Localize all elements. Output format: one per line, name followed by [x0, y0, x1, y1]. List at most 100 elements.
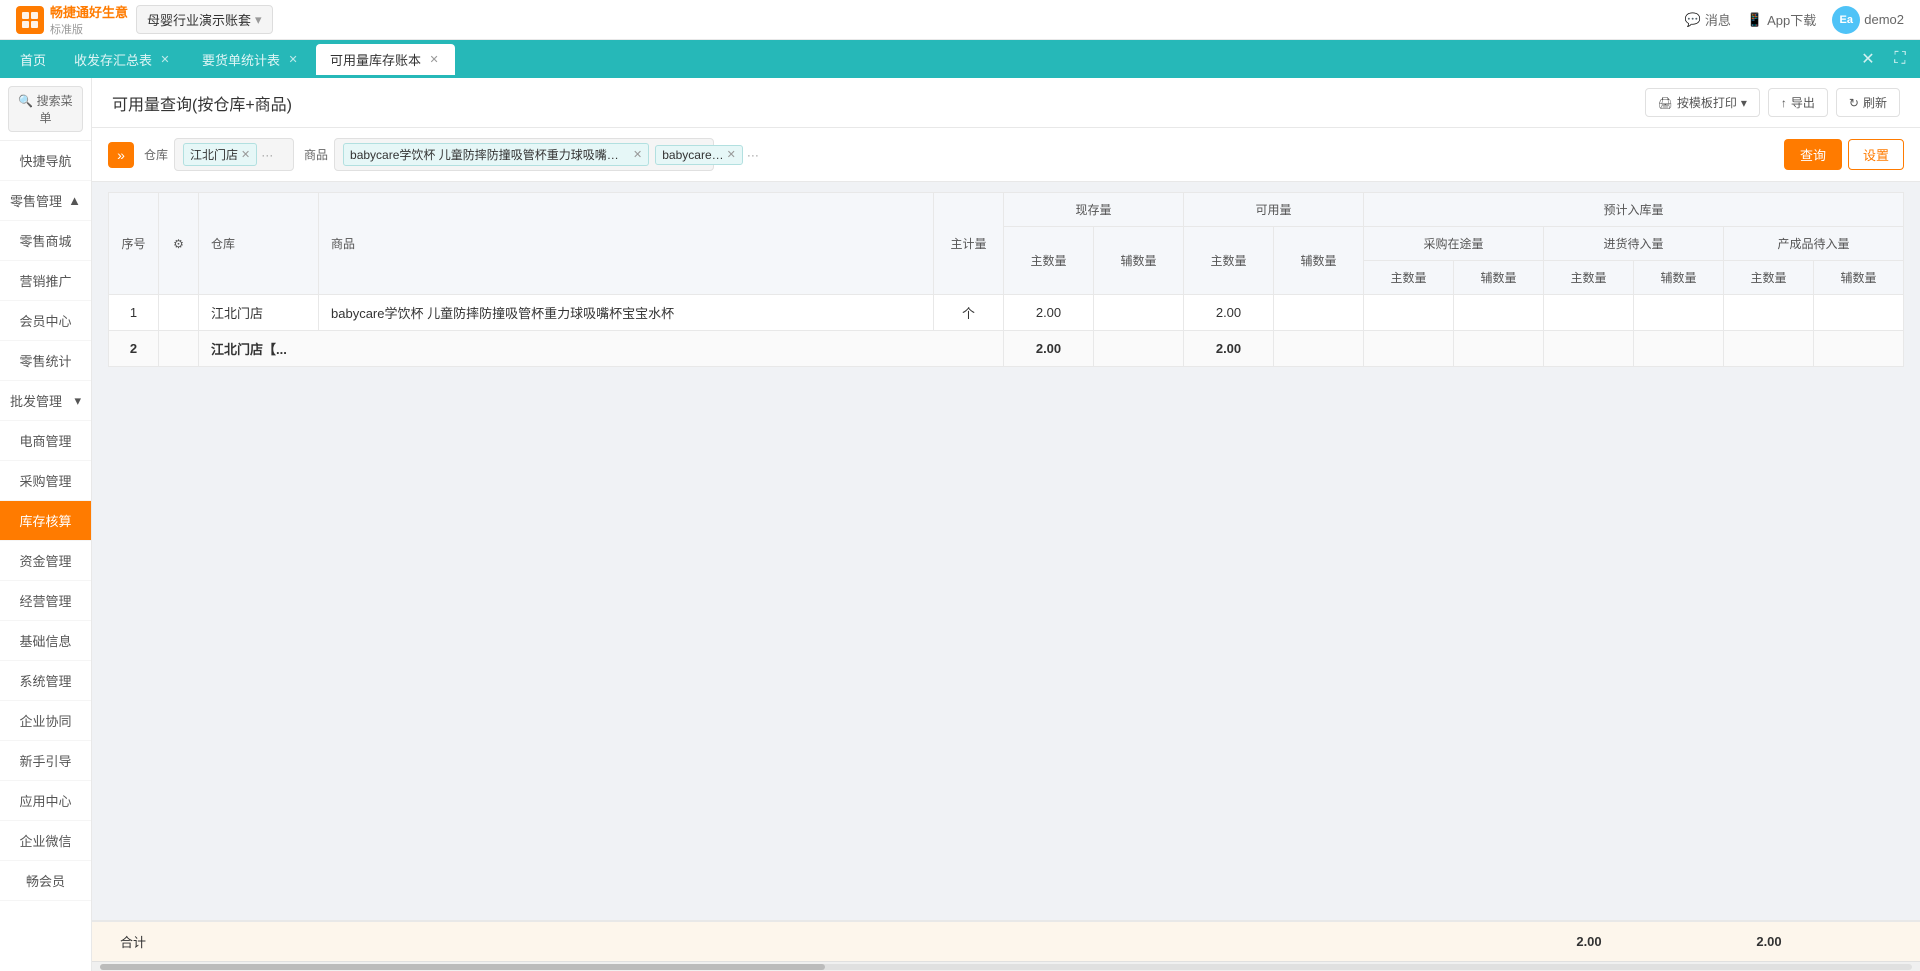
footer-available-main: 2.00: [1724, 934, 1814, 949]
subtotal-available-main: 2.00: [1184, 331, 1274, 367]
product-tag-2-remove[interactable]: ✕: [727, 148, 736, 161]
sidebar-item-member-center[interactable]: 会员中心: [0, 301, 91, 341]
cell-purchase-transit-main-1: [1364, 295, 1454, 331]
tab-expand-icon[interactable]: ⛶: [1888, 47, 1912, 71]
subtotal-pw-aux: [1814, 331, 1904, 367]
top-bar-left: 畅捷通好生意 标准版 母婴行业演示账套 ▾: [16, 2, 273, 37]
sidebar-item-ecommerce[interactable]: 电商管理: [0, 421, 91, 461]
tab-bar-right: ✕ ⛶: [1856, 47, 1912, 71]
app-name: 畅捷通好生意 标准版: [50, 2, 128, 37]
bottom-scrollbar[interactable]: [92, 961, 1920, 971]
subtotal-pt-aux: [1454, 331, 1544, 367]
export-icon: ↑: [1781, 96, 1787, 110]
sidebar-item-finance[interactable]: 资金管理: [0, 541, 91, 581]
search-menu-btn[interactable]: 🔍 搜索菜单: [8, 86, 83, 132]
tab-close-all-icon[interactable]: ✕: [1856, 47, 1880, 71]
tab-close-available-inventory[interactable]: ✕: [427, 52, 441, 66]
sidebar-item-vip-member[interactable]: 畅会员: [0, 861, 91, 901]
cell-goods-waiting-main-1: [1544, 295, 1634, 331]
tab-available-inventory[interactable]: 可用量库存账本 ✕: [316, 44, 455, 75]
subtotal-label: 江北门店【...: [199, 331, 1004, 367]
tab-close-order-stats[interactable]: ✕: [286, 52, 300, 66]
warehouse-value-box[interactable]: 江北门店 ✕ ···: [174, 138, 294, 171]
chevron-icon: ▲: [68, 193, 81, 208]
product-label: 商品: [304, 146, 328, 163]
scrollbar-track: [100, 964, 1912, 970]
settings-button[interactable]: 设置: [1848, 139, 1904, 170]
sidebar: 🔍 搜索菜单 快捷导航 零售管理 ▲ 零售商城 营销推广 会员中心 零售统计 批…: [0, 78, 92, 971]
subtotal-stock-main: 2.00: [1004, 331, 1094, 367]
message-action[interactable]: 💬 消息: [1685, 10, 1731, 29]
th-no: 序号: [109, 193, 159, 295]
user-area[interactable]: Ea demo2: [1832, 6, 1904, 34]
tab-receive-send[interactable]: 收发存汇总表 ✕: [60, 44, 186, 75]
sidebar-item-enterprise[interactable]: 企业协同: [0, 701, 91, 741]
cell-product-waiting-aux-1: [1814, 295, 1904, 331]
sidebar-item-new-guide[interactable]: 新手引导: [0, 741, 91, 781]
cell-warehouse-1: 江北门店: [199, 295, 319, 331]
sidebar-search-area: 🔍 搜索菜单: [0, 78, 91, 141]
query-button[interactable]: 查询: [1784, 139, 1842, 170]
subtotal-gw-aux: [1634, 331, 1724, 367]
print-icon: 🖨: [1658, 96, 1673, 110]
product-tag: babycare学饮杯 儿童防摔防撞吸管杯重力球吸嘴杯宝宝水杯 ✕: [343, 143, 649, 166]
sidebar-item-wholesale-mgmt[interactable]: 批发管理 ▾: [0, 381, 91, 421]
sidebar-item-inventory[interactable]: 库存核算: [0, 501, 91, 541]
product-value-box[interactable]: babycare学饮杯 儿童防摔防撞吸管杯重力球吸嘴杯宝宝水杯 ✕ babyca…: [334, 138, 714, 171]
warehouse-tag-remove[interactable]: ✕: [241, 148, 250, 161]
tab-order-stats[interactable]: 要货单统计表 ✕: [188, 44, 314, 75]
content-area: 可用量查询(按仓库+商品) 🖨 按模板打印 ▾ ↑ 导出 ↻ 刷新: [92, 78, 1920, 971]
table-container[interactable]: 序号 ⚙ 仓库 商品 主计量 现存量 可用量 预计入库量 主数量 辅数量: [92, 182, 1920, 920]
sidebar-item-marketing[interactable]: 营销推广: [0, 261, 91, 301]
gear-icon[interactable]: ⚙: [173, 237, 184, 251]
app-download-action[interactable]: 📱 App下载: [1747, 10, 1816, 29]
chevron-icon-2: ▾: [74, 393, 81, 409]
sidebar-item-sys-mgmt[interactable]: 系统管理: [0, 661, 91, 701]
filter-actions: 查询 设置: [1784, 139, 1904, 170]
chevron-down-icon: ▾: [255, 12, 262, 28]
filter-toggle-btn[interactable]: »: [108, 142, 134, 168]
export-button[interactable]: ↑ 导出: [1768, 88, 1828, 117]
sidebar-item-operations[interactable]: 经营管理: [0, 581, 91, 621]
more-icon[interactable]: ···: [261, 148, 273, 162]
th-current-stock: 现存量: [1004, 193, 1184, 227]
th-purchase-transit-main: 主数量: [1364, 261, 1454, 295]
tab-close-receive-send[interactable]: ✕: [158, 52, 172, 66]
sidebar-item-retail-stats[interactable]: 零售统计: [0, 341, 91, 381]
sidebar-item-quick-nav[interactable]: 快捷导航: [0, 141, 91, 181]
cell-available-aux-1: [1274, 295, 1364, 331]
th-goods-waiting-main: 主数量: [1544, 261, 1634, 295]
company-selector[interactable]: 母婴行业演示账套 ▾: [136, 5, 273, 34]
th-gear: ⚙: [159, 193, 199, 295]
more-icon-2[interactable]: ···: [747, 148, 759, 162]
th-available-aux: 辅数量: [1274, 227, 1364, 295]
subtotal-no: 2: [109, 331, 159, 367]
th-product: 商品: [319, 193, 934, 295]
cell-no-1: 1: [109, 295, 159, 331]
sidebar-item-retail-mall[interactable]: 零售商城: [0, 221, 91, 261]
cell-stock-aux-1: [1094, 295, 1184, 331]
th-purchase-transit: 采购在途量: [1364, 227, 1544, 261]
sidebar-item-app-center[interactable]: 应用中心: [0, 781, 91, 821]
sidebar-item-purchase[interactable]: 采购管理: [0, 461, 91, 501]
logo-area: 畅捷通好生意 标准版: [16, 2, 128, 37]
cell-gear-1[interactable]: [159, 295, 199, 331]
th-goods-waiting-aux: 辅数量: [1634, 261, 1724, 295]
refresh-button[interactable]: ↻ 刷新: [1836, 88, 1900, 117]
th-expected-in: 预计入库量: [1364, 193, 1904, 227]
th-purchase-transit-aux: 辅数量: [1454, 261, 1544, 295]
sidebar-item-retail-mgmt[interactable]: 零售管理 ▲: [0, 181, 91, 221]
subtotal-stock-aux: [1094, 331, 1184, 367]
top-bar-right: 💬 消息 📱 App下载 Ea demo2: [1685, 6, 1904, 34]
print-button[interactable]: 🖨 按模板打印 ▾: [1645, 88, 1760, 117]
page-title: 可用量查询(按仓库+商品): [112, 91, 292, 115]
sidebar-item-base-info[interactable]: 基础信息: [0, 621, 91, 661]
page-actions: 🖨 按模板打印 ▾ ↑ 导出 ↻ 刷新: [1645, 88, 1900, 117]
download-icon: 📱: [1747, 12, 1763, 28]
sidebar-item-enterprise-wechat[interactable]: 企业微信: [0, 821, 91, 861]
double-arrow-icon: »: [117, 147, 125, 163]
footer-total-label: 合计: [108, 932, 158, 951]
tab-home[interactable]: 首页: [8, 44, 58, 75]
product-tag-remove[interactable]: ✕: [633, 148, 642, 161]
cell-stock-main-1: 2.00: [1004, 295, 1094, 331]
